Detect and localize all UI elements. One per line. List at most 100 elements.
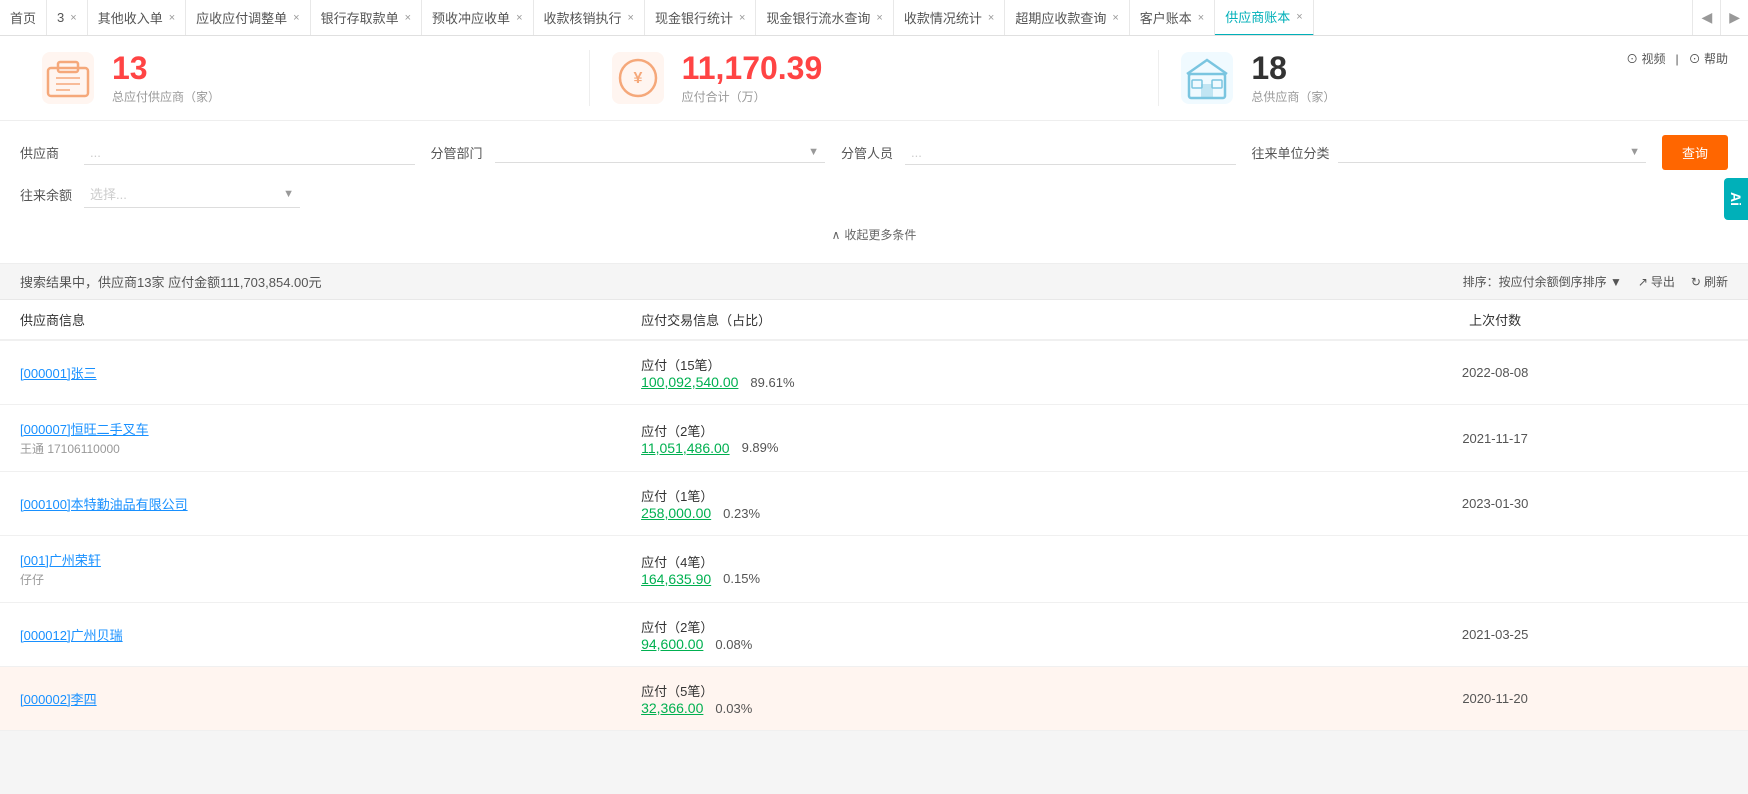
table-body: [000001]张三 应付（15笔） 100,092,540.00 89.61%… — [0, 341, 1748, 731]
tab-customer-ledger-label: 客户账本 — [1140, 8, 1192, 27]
tab-collection-stat[interactable]: 收款情况统计 × — [894, 0, 1005, 36]
tab-cash-stat-close[interactable]: × — [739, 12, 745, 24]
tab-cash-stat[interactable]: 现金银行统计 × — [645, 0, 756, 36]
tab-other-income-close[interactable]: × — [169, 12, 175, 24]
dept-select[interactable]: ▼ — [495, 142, 826, 163]
tab-overdue[interactable]: 超期应收款查询 × — [1005, 0, 1129, 36]
tab-cash-flow[interactable]: 现金银行流水查询 × — [756, 0, 893, 36]
filter-balance: 往来余额 选择... ▼ — [20, 180, 300, 208]
tab-cash-flow-label: 现金银行流水查询 — [766, 8, 870, 27]
tab-3-close[interactable]: × — [70, 12, 76, 24]
tab-bank-deposit[interactable]: 银行存取款单 × — [311, 0, 422, 36]
sort-button[interactable]: 排序：按应付余额倒序排序 ▼ — [1463, 273, 1622, 290]
header-right-links: ⊙ 视频 | ⊙ 帮助 — [1626, 50, 1728, 67]
tab-ar-ap-adjust-label: 应收应付调整单 — [196, 8, 287, 27]
person-filter-label: 分管人员 — [841, 143, 897, 162]
data-table: 供应商信息 应付交易信息（占比） 上次付数 [000001]张三 应付（15笔）… — [0, 300, 1748, 731]
trans-amount[interactable]: 164,635.90 — [641, 571, 711, 587]
tab-home-label: 首页 — [10, 8, 36, 27]
top-navigation: 首页 3 × 其他收入单 × 应收应付调整单 × 银行存取款单 × 预收冲应收单… — [0, 0, 1748, 36]
stat-payable-suppliers: 13 总应付供应商（家） — [20, 50, 589, 106]
supplier-cell: [000100]本特勤油品有限公司 — [20, 494, 641, 513]
tab-cash-stat-label: 现金银行统计 — [655, 8, 733, 27]
collapse-label: 收起更多条件 — [844, 226, 916, 243]
supplier-link[interactable]: [000002]李四 — [20, 692, 97, 707]
tab-supplier-ledger-label: 供应商账本 — [1225, 7, 1290, 26]
col-header-transaction: 应付交易信息（占比） — [641, 310, 1262, 329]
supplier-link[interactable]: [000001]张三 — [20, 366, 97, 381]
supplier-cell: [000002]李四 — [20, 689, 641, 708]
tab-prepay[interactable]: 预收冲应收单 × — [422, 0, 533, 36]
ai-button[interactable]: Ai — [1724, 178, 1748, 220]
refresh-button[interactable]: ↻ 刷新 — [1691, 273, 1728, 290]
search-button[interactable]: 查询 — [1662, 135, 1728, 170]
video-label: 视频 — [1642, 52, 1666, 66]
export-button[interactable]: ↗ 导出 — [1638, 273, 1675, 290]
help-link[interactable]: ⊙ 帮助 — [1689, 50, 1728, 67]
supplier-sub: 仔仔 — [20, 571, 641, 588]
tab-collection-close[interactable]: × — [628, 12, 634, 24]
trans-amount[interactable]: 94,600.00 — [641, 636, 703, 652]
tab-other-income[interactable]: 其他收入单 × — [88, 0, 186, 36]
nav-arrows: ◀ ▶ — [1692, 0, 1748, 36]
supplier-input[interactable] — [84, 141, 415, 165]
tab-collection-stat-close[interactable]: × — [988, 12, 994, 24]
tab-home[interactable]: 首页 — [0, 0, 47, 36]
supplier-link[interactable]: [000012]广州贝瑞 — [20, 628, 123, 643]
col-header-supplier: 供应商信息 — [20, 310, 641, 329]
refresh-label: 刷新 — [1704, 273, 1728, 290]
tab-collection-stat-label: 收款情况统计 — [904, 8, 982, 27]
lastpay-date: 2023-01-30 — [1462, 496, 1529, 511]
nav-prev-arrow[interactable]: ◀ — [1692, 0, 1720, 36]
filter-person: 分管人员 — [841, 141, 1236, 165]
tab-ar-ap-adjust[interactable]: 应收应付调整单 × — [186, 0, 310, 36]
payable-suppliers-label: 总应付供应商（家） — [112, 88, 220, 105]
trans-amount[interactable]: 258,000.00 — [641, 505, 711, 521]
filter-area: 供应商 分管部门 ▼ 分管人员 往来单位分类 ▼ 查询 往来余额 选择 — [0, 121, 1748, 264]
supplier-link[interactable]: [000007]恒旺二手叉车 — [20, 422, 149, 437]
tab-bank-deposit-close[interactable]: × — [405, 12, 411, 24]
sort-chevron-icon: ▼ — [1610, 275, 1622, 289]
tab-3[interactable]: 3 × — [47, 0, 88, 36]
supplier-link[interactable]: [000100]本特勤油品有限公司 — [20, 497, 188, 512]
tab-overdue-close[interactable]: × — [1112, 12, 1118, 24]
store-stat-icon — [1179, 50, 1235, 106]
collapse-up-icon: ∧ — [832, 228, 841, 242]
lastpay-cell: 2021-03-25 — [1262, 627, 1728, 642]
tab-customer-ledger-close[interactable]: × — [1198, 12, 1204, 24]
help-label: 帮助 — [1704, 52, 1728, 66]
trans-amount[interactable]: 32,366.00 — [641, 700, 703, 716]
trans-label: 应付（2笔） — [641, 617, 1262, 636]
tab-cash-flow-close[interactable]: × — [876, 12, 882, 24]
tab-ar-ap-adjust-close[interactable]: × — [293, 12, 299, 24]
tab-collection-label: 收款核销执行 — [544, 8, 622, 27]
filter-supplier: 供应商 — [20, 141, 415, 165]
tab-supplier-ledger-close[interactable]: × — [1296, 11, 1302, 23]
table-row: [000001]张三 应付（15笔） 100,092,540.00 89.61%… — [0, 341, 1748, 405]
total-suppliers-label: 总供应商（家） — [1251, 88, 1335, 105]
lastpay-date: 2021-03-25 — [1462, 627, 1529, 642]
trans-label: 应付（15笔） — [641, 355, 1262, 374]
ai-label: Ai — [1728, 192, 1744, 206]
balance-select[interactable]: 选择... ▼ — [84, 180, 300, 208]
nav-next-arrow[interactable]: ▶ — [1720, 0, 1748, 36]
trans-amount[interactable]: 100,092,540.00 — [641, 374, 738, 390]
separator: | — [1676, 52, 1679, 66]
tab-overdue-label: 超期应收款查询 — [1015, 8, 1106, 27]
trans-percent: 0.23% — [723, 506, 760, 521]
trans-percent: 0.15% — [723, 571, 760, 586]
category-select[interactable]: ▼ — [1338, 142, 1646, 163]
tab-supplier-ledger[interactable]: 供应商账本 × — [1215, 0, 1313, 36]
video-link[interactable]: ⊙ 视频 — [1626, 50, 1665, 67]
transaction-cell: 应付（5笔） 32,366.00 0.03% — [641, 681, 1262, 716]
trans-amount[interactable]: 11,051,486.00 — [641, 440, 730, 456]
tab-collection[interactable]: 收款核销执行 × — [534, 0, 645, 36]
tab-prepay-close[interactable]: × — [516, 12, 522, 24]
transaction-cell: 应付（2笔） 11,051,486.00 9.89% — [641, 421, 1262, 456]
person-input[interactable] — [905, 141, 1236, 165]
tab-customer-ledger[interactable]: 客户账本 × — [1130, 0, 1215, 36]
supplier-link[interactable]: [001]广州荣轩 — [20, 553, 101, 568]
collapse-button[interactable]: ∧ 收起更多条件 — [20, 222, 1728, 247]
table-row: [000012]广州贝瑞 应付（2笔） 94,600.00 0.08% 2021… — [0, 603, 1748, 667]
table-row: [001]广州荣轩 仔仔 应付（4笔） 164,635.90 0.15% — [0, 536, 1748, 603]
